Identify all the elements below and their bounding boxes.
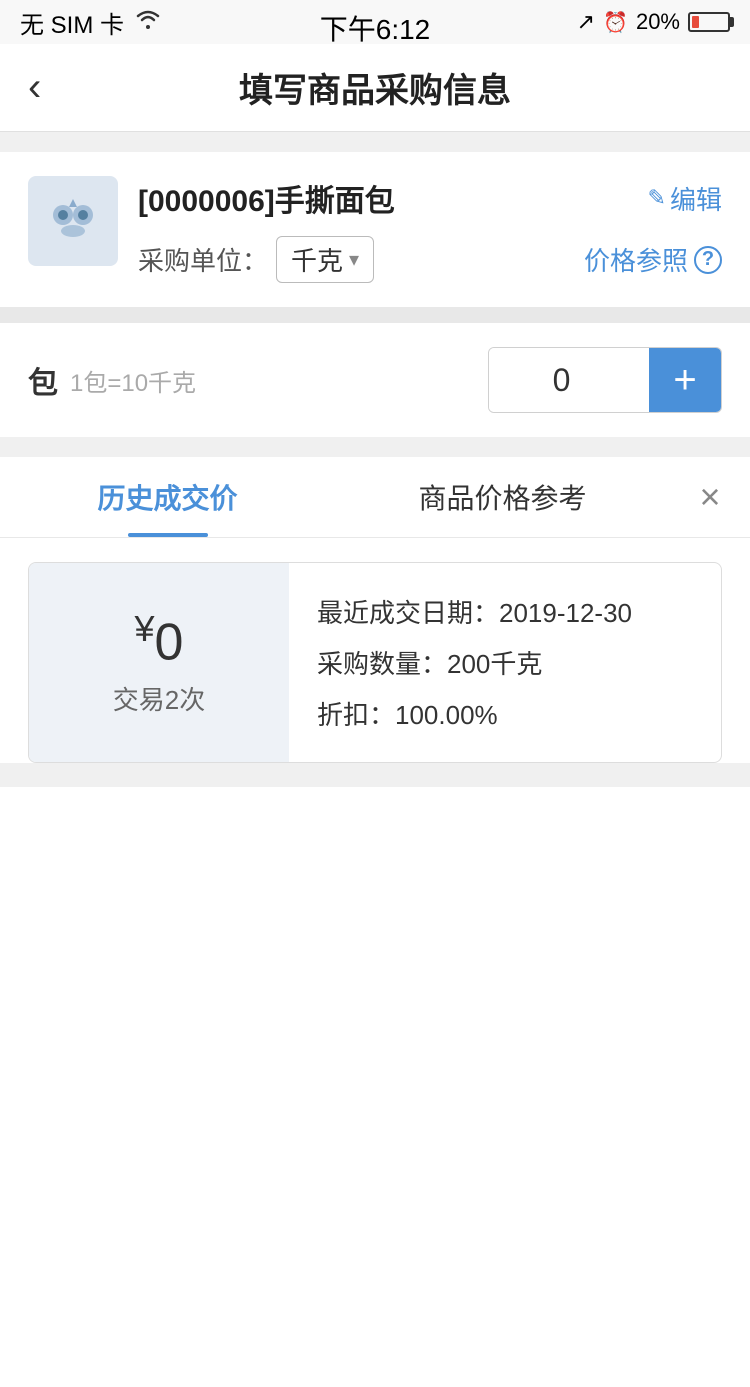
price-ref-label: 价格参照 xyxy=(584,241,688,278)
alarm-icon: ⏰ xyxy=(603,10,628,35)
quantity-input[interactable] xyxy=(489,348,649,412)
section-divider xyxy=(0,307,750,323)
product-header: [0000006]手撕面包 ✎ 编辑 采购单位： 千克 ▾ 价格参照 ? xyxy=(28,176,722,283)
carrier-label: 无 SIM 卡 xyxy=(20,5,124,40)
quantity-controls: + xyxy=(488,347,722,413)
help-circle-icon: ? xyxy=(694,246,722,274)
tab-close-button[interactable]: × xyxy=(670,457,750,537)
unit-dropdown-arrow-icon: ▾ xyxy=(349,247,359,272)
history-discount-row: 折扣：100.00% xyxy=(317,695,693,732)
quantity-hint: 1包=10千克 xyxy=(70,363,196,398)
quantity-plus-button[interactable]: + xyxy=(649,348,721,412)
tab-bar: 历史成交价 商品价格参考 × xyxy=(0,457,750,538)
history-detail-area: 最近成交日期：2019-12-30 采购数量：200千克 折扣：100.00% xyxy=(289,563,721,762)
status-right: ↗ ⏰ 20% xyxy=(577,9,730,35)
history-trade-count: 交易2次 xyxy=(113,680,205,717)
edit-icon: ✎ xyxy=(648,185,666,211)
close-icon: × xyxy=(699,476,720,518)
tab-history-price[interactable]: 历史成交价 xyxy=(0,457,335,537)
wifi-icon xyxy=(134,8,162,36)
history-discount-label: 折扣： xyxy=(317,700,395,730)
edit-label: 编辑 xyxy=(670,180,722,217)
currency-symbol: ¥ xyxy=(135,608,155,649)
main-content xyxy=(0,787,750,1387)
quantity-unit-label: 包 xyxy=(28,358,58,402)
unit-selector-area: 采购单位： 千克 ▾ xyxy=(138,236,374,283)
history-date-label: 最近成交日期： xyxy=(317,598,499,628)
product-logo-icon xyxy=(43,187,103,256)
unit-select[interactable]: 千克 ▾ xyxy=(276,236,374,283)
product-unit-row: 采购单位： 千克 ▾ 价格参照 ? xyxy=(138,236,722,283)
history-qty-row: 采购数量：200千克 xyxy=(317,644,693,681)
quantity-left: 包 1包=10千克 xyxy=(28,358,196,402)
history-price-value: ¥0 xyxy=(135,608,184,672)
history-qty-label: 采购数量： xyxy=(317,649,447,679)
battery-icon xyxy=(688,12,730,32)
tab-product-price-ref-label: 商品价格参考 xyxy=(418,477,586,517)
history-qty-value: 200千克 xyxy=(447,649,542,679)
history-date-value: 2019-12-30 xyxy=(499,598,632,628)
tab-history-price-label: 历史成交价 xyxy=(97,477,237,517)
history-card: ¥0 交易2次 最近成交日期：2019-12-30 采购数量：200千克 折扣：… xyxy=(28,562,722,763)
location-icon: ↗ xyxy=(577,9,595,35)
history-discount-value: 100.00% xyxy=(395,700,498,730)
status-time: 下午6:12 xyxy=(320,8,431,48)
back-button[interactable]: ‹ xyxy=(28,65,41,110)
nav-bar: ‹ 填写商品采购信息 xyxy=(0,44,750,132)
unit-label: 采购单位： xyxy=(138,241,268,278)
product-image xyxy=(28,176,118,266)
product-card: [0000006]手撕面包 ✎ 编辑 采购单位： 千克 ▾ 价格参照 ? xyxy=(0,152,750,307)
product-name: [0000006]手撕面包 xyxy=(138,176,395,220)
tab-product-price-ref[interactable]: 商品价格参考 xyxy=(335,457,670,537)
history-price-area: ¥0 交易2次 xyxy=(29,563,289,762)
edit-button[interactable]: ✎ 编辑 xyxy=(648,180,722,217)
history-date-row: 最近成交日期：2019-12-30 xyxy=(317,593,693,630)
status-bar: 无 SIM 卡 下午6:12 ↗ ⏰ 20% xyxy=(0,0,750,44)
price-ref-button[interactable]: 价格参照 ? xyxy=(584,241,722,278)
price-number: 0 xyxy=(155,613,184,671)
tab-section: 历史成交价 商品价格参考 × ¥0 交易2次 最近成交日期：2019-12-30… xyxy=(0,457,750,763)
unit-value: 千克 xyxy=(291,241,343,278)
quantity-row: 包 1包=10千克 + xyxy=(0,323,750,437)
status-left: 无 SIM 卡 xyxy=(20,5,162,40)
product-info: [0000006]手撕面包 ✎ 编辑 采购单位： 千克 ▾ 价格参照 ? xyxy=(138,176,722,283)
battery-pct: 20% xyxy=(636,9,680,35)
product-name-row: [0000006]手撕面包 ✎ 编辑 xyxy=(138,176,722,220)
page-title: 填写商品采购信息 xyxy=(239,63,511,112)
